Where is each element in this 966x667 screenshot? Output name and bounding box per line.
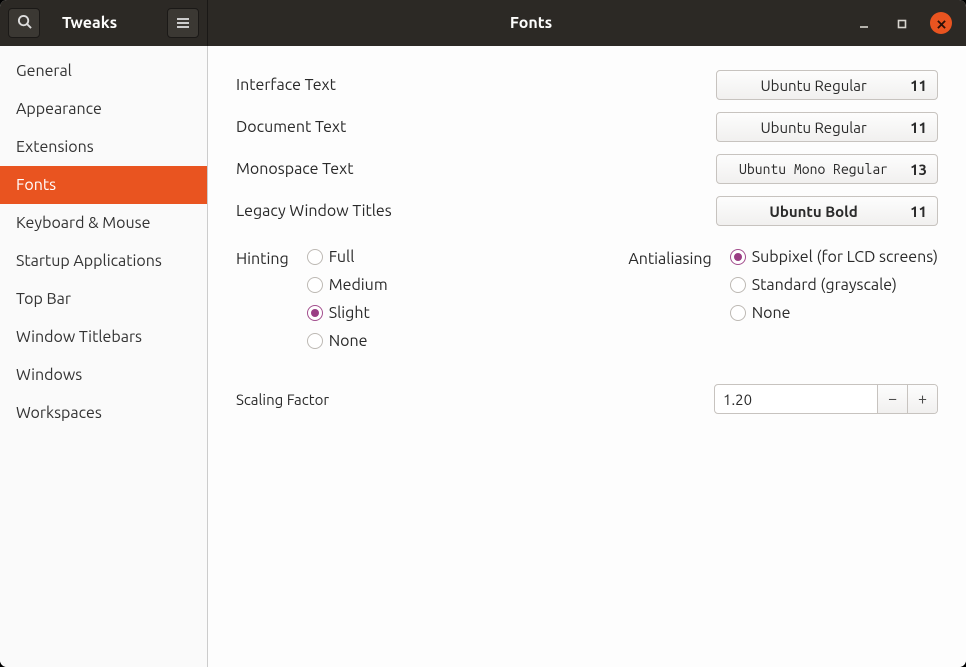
scaling-label: Scaling Factor (236, 391, 329, 408)
sidebar-item-label: General (16, 62, 72, 80)
sidebar-item-general[interactable]: General (0, 52, 207, 90)
radio-icon (307, 277, 323, 293)
sidebar-item-label: Top Bar (16, 290, 71, 308)
font-chooser-monospace[interactable]: Ubuntu Mono Regular 13 (716, 154, 938, 184)
radio-icon (730, 277, 746, 293)
body-area: General Appearance Extensions Fonts Keyb… (0, 46, 966, 667)
sidebar-item-label: Fonts (16, 176, 56, 194)
close-button[interactable] (930, 12, 952, 34)
radio-icon (730, 249, 746, 265)
antialiasing-option-standard[interactable]: Standard (grayscale) (730, 276, 938, 294)
window-controls (854, 12, 966, 34)
font-row-label: Monospace Text (236, 160, 354, 178)
minimize-icon (859, 15, 869, 32)
font-name: Ubuntu Regular (727, 119, 900, 136)
scaling-value-input[interactable]: 1.20 (715, 385, 877, 413)
radio-label: Standard (grayscale) (752, 276, 897, 294)
font-chooser-document[interactable]: Ubuntu Regular 11 (716, 112, 938, 142)
maximize-icon (897, 15, 907, 32)
font-name: Ubuntu Regular (727, 77, 900, 94)
minus-icon: − (888, 390, 897, 408)
antialiasing-label: Antialiasing (628, 248, 711, 350)
antialiasing-options: Subpixel (for LCD screens) Standard (gra… (730, 248, 938, 350)
radio-icon (307, 305, 323, 321)
sidebar-item-startup-applications[interactable]: Startup Applications (0, 242, 207, 280)
font-name: Ubuntu Mono Regular (727, 161, 900, 177)
sidebar-item-label: Keyboard & Mouse (16, 214, 150, 232)
scaling-increment-button[interactable]: + (907, 385, 937, 413)
font-chooser-interface[interactable]: Ubuntu Regular 11 (716, 70, 938, 100)
hinting-group: Hinting Full Medium Slight None (236, 248, 388, 350)
radio-section: Hinting Full Medium Slight None Antialia… (236, 248, 938, 350)
page-title: Fonts (208, 14, 854, 32)
hinting-option-full[interactable]: Full (307, 248, 388, 266)
content-pane: Interface Text Ubuntu Regular 11 Documen… (208, 46, 966, 667)
hinting-option-slight[interactable]: Slight (307, 304, 388, 322)
search-icon (17, 14, 32, 32)
font-row-legacy: Legacy Window Titles Ubuntu Bold 11 (236, 196, 938, 226)
radio-icon (730, 305, 746, 321)
antialiasing-option-subpixel[interactable]: Subpixel (for LCD screens) (730, 248, 938, 266)
font-row-document: Document Text Ubuntu Regular 11 (236, 112, 938, 142)
sidebar-item-fonts[interactable]: Fonts (0, 166, 207, 204)
sidebar-item-label: Workspaces (16, 404, 102, 422)
font-size: 13 (910, 161, 927, 178)
radio-icon (307, 249, 323, 265)
antialiasing-group: Antialiasing Subpixel (for LCD screens) … (628, 248, 938, 350)
sidebar-item-label: Window Titlebars (16, 328, 142, 346)
scaling-row: Scaling Factor 1.20 − + (236, 384, 938, 414)
sidebar-item-workspaces[interactable]: Workspaces (0, 394, 207, 432)
scaling-decrement-button[interactable]: − (877, 385, 907, 413)
sidebar-item-appearance[interactable]: Appearance (0, 90, 207, 128)
sidebar-item-label: Extensions (16, 138, 94, 156)
search-button[interactable] (8, 8, 40, 38)
hamburger-icon (176, 15, 190, 32)
minimize-button[interactable] (854, 13, 874, 33)
titlebar: Tweaks Fonts (0, 0, 966, 46)
sidebar: General Appearance Extensions Fonts Keyb… (0, 46, 208, 667)
antialiasing-option-none[interactable]: None (730, 304, 938, 322)
radio-icon (307, 333, 323, 349)
sidebar-item-label: Startup Applications (16, 252, 162, 270)
font-chooser-legacy[interactable]: Ubuntu Bold 11 (716, 196, 938, 226)
hinting-options: Full Medium Slight None (307, 248, 388, 350)
scaling-spinbutton: 1.20 − + (714, 384, 938, 414)
font-size: 11 (910, 119, 927, 136)
close-icon (937, 15, 946, 32)
font-size: 11 (910, 203, 927, 220)
app-title: Tweaks (62, 14, 117, 32)
radio-label: Subpixel (for LCD screens) (752, 248, 938, 266)
radio-label: None (329, 332, 368, 350)
hinting-label: Hinting (236, 248, 289, 350)
plus-icon: + (918, 390, 927, 408)
maximize-button[interactable] (892, 13, 912, 33)
font-size: 11 (910, 77, 927, 94)
radio-label: Full (329, 248, 355, 266)
sidebar-item-extensions[interactable]: Extensions (0, 128, 207, 166)
radio-label: Slight (329, 304, 370, 322)
app-window: Tweaks Fonts General Appearance Extens (0, 0, 966, 667)
sidebar-item-label: Windows (16, 366, 82, 384)
radio-label: None (752, 304, 791, 322)
hinting-option-none[interactable]: None (307, 332, 388, 350)
font-row-label: Document Text (236, 118, 346, 136)
radio-label: Medium (329, 276, 388, 294)
font-row-interface: Interface Text Ubuntu Regular 11 (236, 70, 938, 100)
font-row-monospace: Monospace Text Ubuntu Mono Regular 13 (236, 154, 938, 184)
font-row-label: Interface Text (236, 76, 336, 94)
titlebar-left: Tweaks (0, 0, 208, 46)
sidebar-item-label: Appearance (16, 100, 102, 118)
hamburger-menu-button[interactable] (167, 8, 199, 38)
font-name: Ubuntu Bold (727, 203, 900, 220)
font-row-label: Legacy Window Titles (236, 202, 392, 220)
sidebar-item-windows[interactable]: Windows (0, 356, 207, 394)
sidebar-item-top-bar[interactable]: Top Bar (0, 280, 207, 318)
sidebar-item-keyboard-mouse[interactable]: Keyboard & Mouse (0, 204, 207, 242)
sidebar-item-window-titlebars[interactable]: Window Titlebars (0, 318, 207, 356)
hinting-option-medium[interactable]: Medium (307, 276, 388, 294)
